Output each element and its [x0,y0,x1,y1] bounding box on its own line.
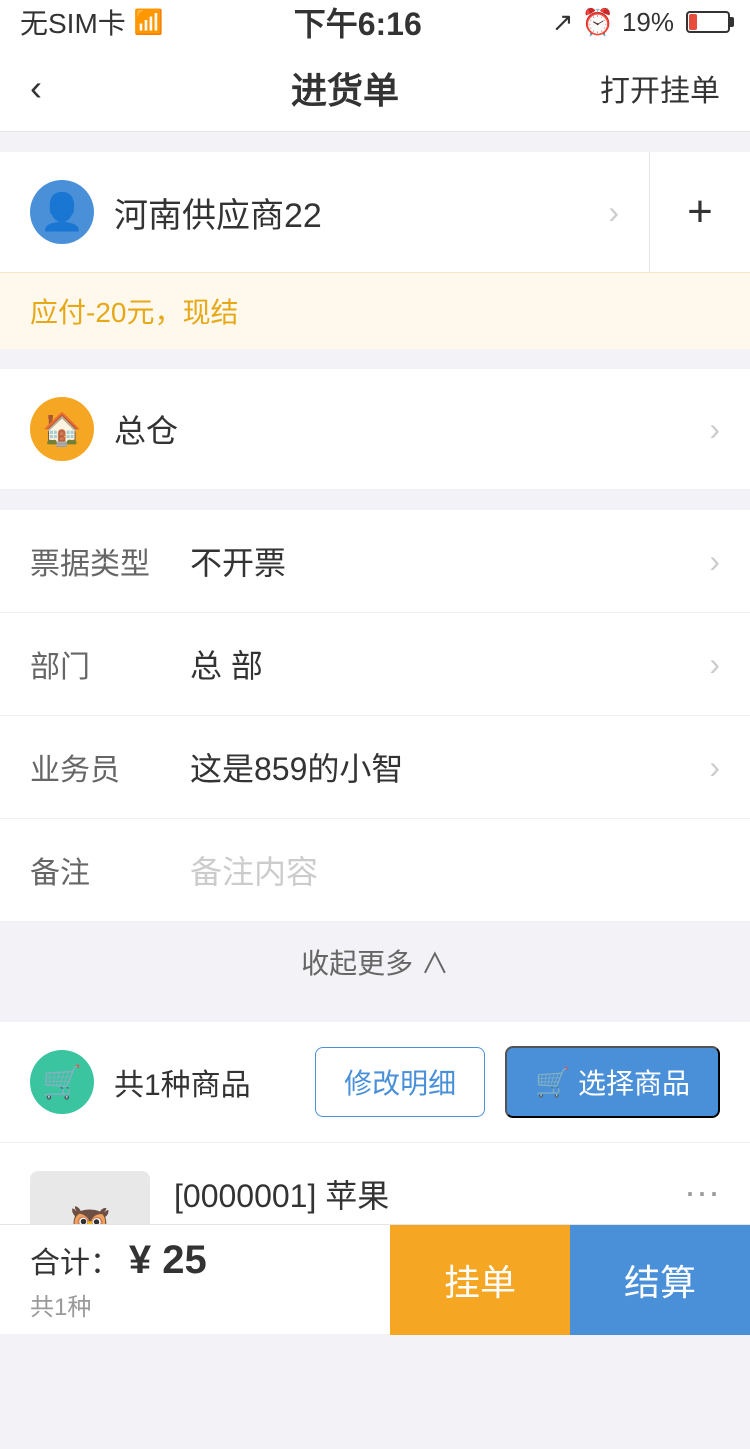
salesperson-selector[interactable]: 业务员 这是859的小智 › [0,716,750,819]
chevron-right-icon: › [608,194,619,231]
invoice-type-selector[interactable]: 票据类型 不开票 › [0,510,750,613]
wifi-icon: 📶 [134,8,164,37]
salesperson-label: 业务员 [30,745,190,789]
warehouse-selector[interactable]: 🏠 总仓 › [0,369,750,490]
warehouse-icon: 🏠 [30,397,94,461]
invoice-label: 票据类型 [30,539,190,583]
total-amount: ¥ 25 [129,1238,207,1282]
select-product-label: 选择商品 [578,1062,690,1102]
salesperson-value: 这是859的小智 [190,744,699,790]
chevron-right-icon: › [709,749,720,786]
user-icon: 👤 [40,191,85,233]
total-count: 共1种 [30,1287,360,1322]
supplier-avatar: 👤 [30,180,94,244]
open-hold-button[interactable]: 打开挂单 [600,66,720,110]
gap-2 [0,349,750,369]
carrier-label: 无SIM卡 [20,2,126,42]
product-code: [0000001] [174,1178,316,1214]
alarm-icon: ⏰ [582,7,614,38]
battery-icon [686,11,730,33]
invoice-value: 不开票 [190,538,699,584]
status-time: 下午6:16 [294,0,422,45]
cart-icon: 🛒 [535,1066,570,1099]
gap-1 [0,132,750,152]
chevron-right-icon: › [709,646,720,683]
supplier-section: 👤 河南供应商22 › + [0,152,750,272]
shopping-icon: 🛒 [42,1063,82,1101]
supplier-selector[interactable]: 👤 河南供应商22 › [0,152,650,272]
add-supplier-button[interactable]: + [650,187,750,237]
back-button[interactable]: ‹ [30,67,90,109]
total-label: 合计： [30,1247,120,1280]
department-label: 部门 [30,642,190,686]
supplier-name: 河南供应商22 [114,188,598,237]
edit-detail-button[interactable]: 修改明细 [315,1047,485,1117]
location-icon: ↗ [552,7,574,38]
department-selector[interactable]: 部门 总 部 › [0,613,750,716]
product-title: 苹果 [325,1178,389,1214]
collapse-button[interactable]: 收起更多 ∧ [0,922,750,1002]
bottom-bar: 合计： ¥ 25 共1种 挂单 结算 [0,1224,750,1334]
gap-3 [0,490,750,510]
product-icon: 🛒 [30,1050,94,1114]
page-title: 进货单 [291,62,399,114]
remark-placeholder: 备注内容 [190,847,720,893]
more-options-button[interactable]: ··· [684,1171,720,1213]
status-bar: 无SIM卡 📶 下午6:16 ↗ ⏰ 19% [0,0,750,44]
product-count: 共1种商品 [114,1060,295,1104]
status-right: ↗ ⏰ 19% [552,7,730,38]
department-value: 总 部 [190,641,699,687]
settle-button[interactable]: 结算 [570,1225,750,1335]
status-left: 无SIM卡 📶 [20,2,164,42]
warehouse-name: 总仓 [114,406,699,452]
remark-field[interactable]: 备注 备注内容 [0,819,750,922]
select-product-button[interactable]: 🛒 选择商品 [505,1046,720,1118]
product-header: 🛒 共1种商品 修改明细 🛒 选择商品 [0,1022,750,1142]
product-name: [0000001] 苹果 [174,1171,660,1217]
hold-button[interactable]: 挂单 [390,1225,570,1335]
total-row: 合计： ¥ 25 [30,1238,360,1283]
bottom-spacer [0,1319,750,1449]
home-icon: 🏠 [42,410,82,448]
total-section: 合计： ¥ 25 共1种 [0,1238,390,1322]
chevron-right-icon: › [709,411,720,448]
nav-bar: ‹ 进货单 打开挂单 [0,44,750,132]
remark-label: 备注 [30,848,190,892]
battery-label: 19% [622,7,674,38]
chevron-right-icon: › [709,543,720,580]
notice-banner: 应付-20元，现结 [0,272,750,349]
